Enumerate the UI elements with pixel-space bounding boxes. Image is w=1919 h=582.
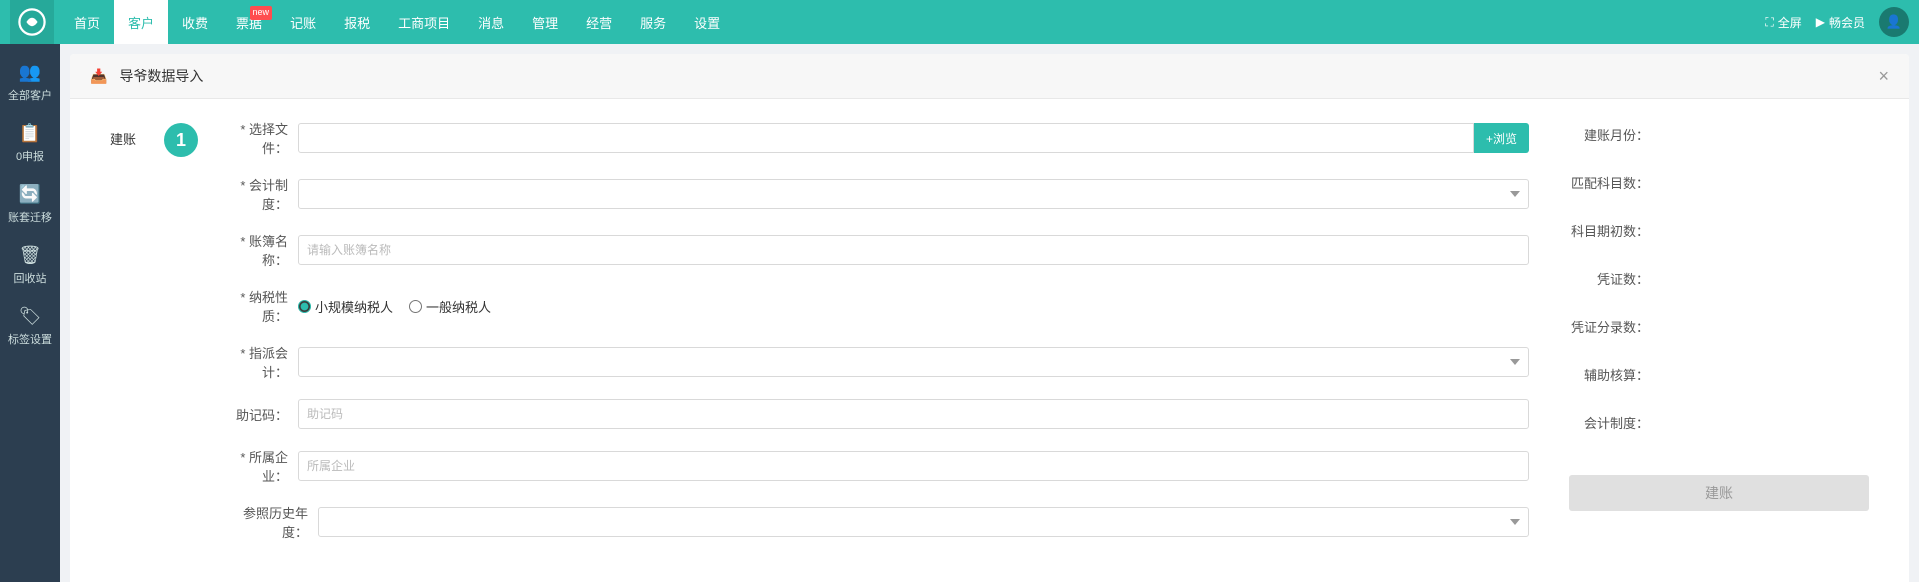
logo [10,0,54,44]
tax-nature-label: * 纳税性质： [218,287,298,325]
build-account-button[interactable]: 建账 [1569,475,1869,511]
voucher-count-row: 凭证数： [1569,263,1869,293]
tax-nature-row: * 纳税性质： 小规模纳税人 一般纳税人 [218,287,1529,325]
form-area: 建账 1 * 选择文件： +浏览 [110,119,1869,559]
memo-code-row: 助记码： [218,399,1529,429]
nav-items: 首页 客户 收费 票据 new 记账 报税 工商项目 消息 管理 经营 服务 设… [60,0,734,44]
file-input-group: +浏览 [298,123,1529,153]
account-migration-icon: 🔄 [19,184,41,205]
ledger-name-row: * 账簿名称： [218,231,1529,269]
radio-general-taxpayer[interactable]: 一般纳税人 [409,297,491,316]
dialog-header: 📥 导爷数据导入 × [70,54,1909,99]
file-label: * 选择文件： [218,119,298,157]
zero-declaration-icon: 📋 [19,123,41,144]
assign-accountant-select[interactable] [298,347,1529,377]
affiliated-company-label: * 所属企业： [218,447,298,485]
accounting-system-right-row: 会计制度： [1569,407,1869,437]
assign-accountant-label: * 指派会计： [218,343,298,381]
historical-year-select[interactable] [318,507,1529,537]
step-section: 建账 1 * 选择文件： +浏览 [110,119,1529,559]
file-input[interactable] [298,123,1474,153]
new-badge: new [250,6,273,20]
historical-year-label: 参照历史年度： [218,503,318,541]
accounting-system-label: * 会计制度： [218,175,298,213]
browse-button[interactable]: +浏览 [1474,123,1529,153]
memo-code-input[interactable] [298,399,1529,429]
ledger-name-input[interactable] [298,235,1529,265]
nav-right: ⛶ 全屏 ▶ 畅会员 👤 [1765,7,1909,37]
dialog-container: 📥 导爷数据导入 × 建账 1 [70,54,1909,582]
close-button[interactable]: × [1878,67,1889,85]
file-row: * 选择文件： +浏览 [218,119,1529,157]
form-fields: * 选择文件： +浏览 * 会计制度： [218,119,1529,559]
subject-opening-row: 科目期初数： [1569,215,1869,245]
nav-item-ledger[interactable]: 记账 [276,0,330,44]
step-label: 建账 [110,129,136,148]
ledger-name-label: * 账簿名称： [218,231,298,269]
build-month-row: 建账月份： [1569,119,1869,149]
nav-item-operation[interactable]: 经营 [572,0,626,44]
nav-item-message[interactable]: 消息 [464,0,518,44]
nav-item-manage[interactable]: 管理 [518,0,572,44]
recycle-icon: 🗑 [19,245,42,266]
affiliated-company-row: * 所属企业： [218,447,1529,485]
aux-calculation-row: 辅助核算： [1569,359,1869,389]
match-subjects-row: 匹配科目数： [1569,167,1869,197]
right-panel: 建账月份： 匹配科目数： 科目期初数： 凭证数： [1569,119,1869,559]
nav-item-invoice[interactable]: 票据 new [222,0,276,44]
historical-year-row: 参照历史年度： [218,503,1529,541]
avatar[interactable]: 👤 [1879,7,1909,37]
top-nav: 首页 客户 收费 票据 new 记账 报税 工商项目 消息 管理 经营 服务 设… [0,0,1919,44]
affiliated-company-input[interactable] [298,451,1529,481]
voucher-count-label: 凭证数： [1569,269,1659,288]
dialog-title-text: 导爷数据导入 [119,66,203,86]
fullscreen-icon: ⛶ [1765,15,1773,30]
assign-accountant-row: * 指派会计： [218,343,1529,381]
tax-nature-radio-group: 小规模纳税人 一般纳税人 [298,291,1529,321]
main-content: 📥 导爷数据导入 × 建账 1 [60,44,1919,582]
sidebar-item-all-customers[interactable]: 👥 全部客户 [0,52,60,113]
voucher-entry-row: 凭证分录数： [1569,311,1869,341]
nav-item-billing[interactable]: 收费 [168,0,222,44]
nav-item-customers[interactable]: 客户 [114,0,168,44]
tag-settings-icon: 🏷 [19,306,42,327]
vip-icon: ▶ [1816,15,1825,29]
step-badge: 1 [164,123,198,157]
subject-opening-label: 科目期初数： [1569,221,1659,240]
layout: 👥 全部客户 📋 0申报 🔄 账套迁移 🗑 回收站 🏷 标签设置 📥 导爷 [0,44,1919,582]
accounting-system-row: * 会计制度： [218,175,1529,213]
vip-button[interactable]: ▶ 畅会员 [1816,14,1865,31]
radio-small-taxpayer[interactable]: 小规模纳税人 [298,297,393,316]
memo-code-label: 助记码： [218,405,298,424]
sidebar-item-tag-settings[interactable]: 🏷 标签设置 [0,296,60,357]
sidebar-item-recycle[interactable]: 🗑 回收站 [0,235,60,296]
sidebar: 👥 全部客户 📋 0申报 🔄 账套迁移 🗑 回收站 🏷 标签设置 [0,44,60,582]
nav-item-business[interactable]: 工商项目 [384,0,464,44]
aux-calculation-label: 辅助核算： [1569,365,1659,384]
form-left: 建账 1 * 选择文件： +浏览 [110,119,1529,559]
accounting-system-right-label: 会计制度： [1569,413,1659,432]
voucher-entry-label: 凭证分录数： [1569,317,1659,336]
nav-item-home[interactable]: 首页 [60,0,114,44]
build-month-label: 建账月份： [1569,125,1659,144]
import-icon: 📥 [90,68,107,85]
nav-item-service[interactable]: 服务 [626,0,680,44]
sidebar-item-zero-declaration[interactable]: 📋 0申报 [0,113,60,174]
dialog-title: 📥 导爷数据导入 [90,66,203,86]
sidebar-item-account-migration[interactable]: 🔄 账套迁移 [0,174,60,235]
nav-item-tax[interactable]: 报税 [330,0,384,44]
nav-item-settings[interactable]: 设置 [680,0,734,44]
match-subjects-label: 匹配科目数： [1569,173,1659,192]
all-customers-icon: 👥 [19,62,41,83]
dialog-body: 建账 1 * 选择文件： +浏览 [70,99,1909,582]
accounting-system-select[interactable] [298,179,1529,209]
fullscreen-button[interactable]: ⛶ 全屏 [1765,14,1801,31]
